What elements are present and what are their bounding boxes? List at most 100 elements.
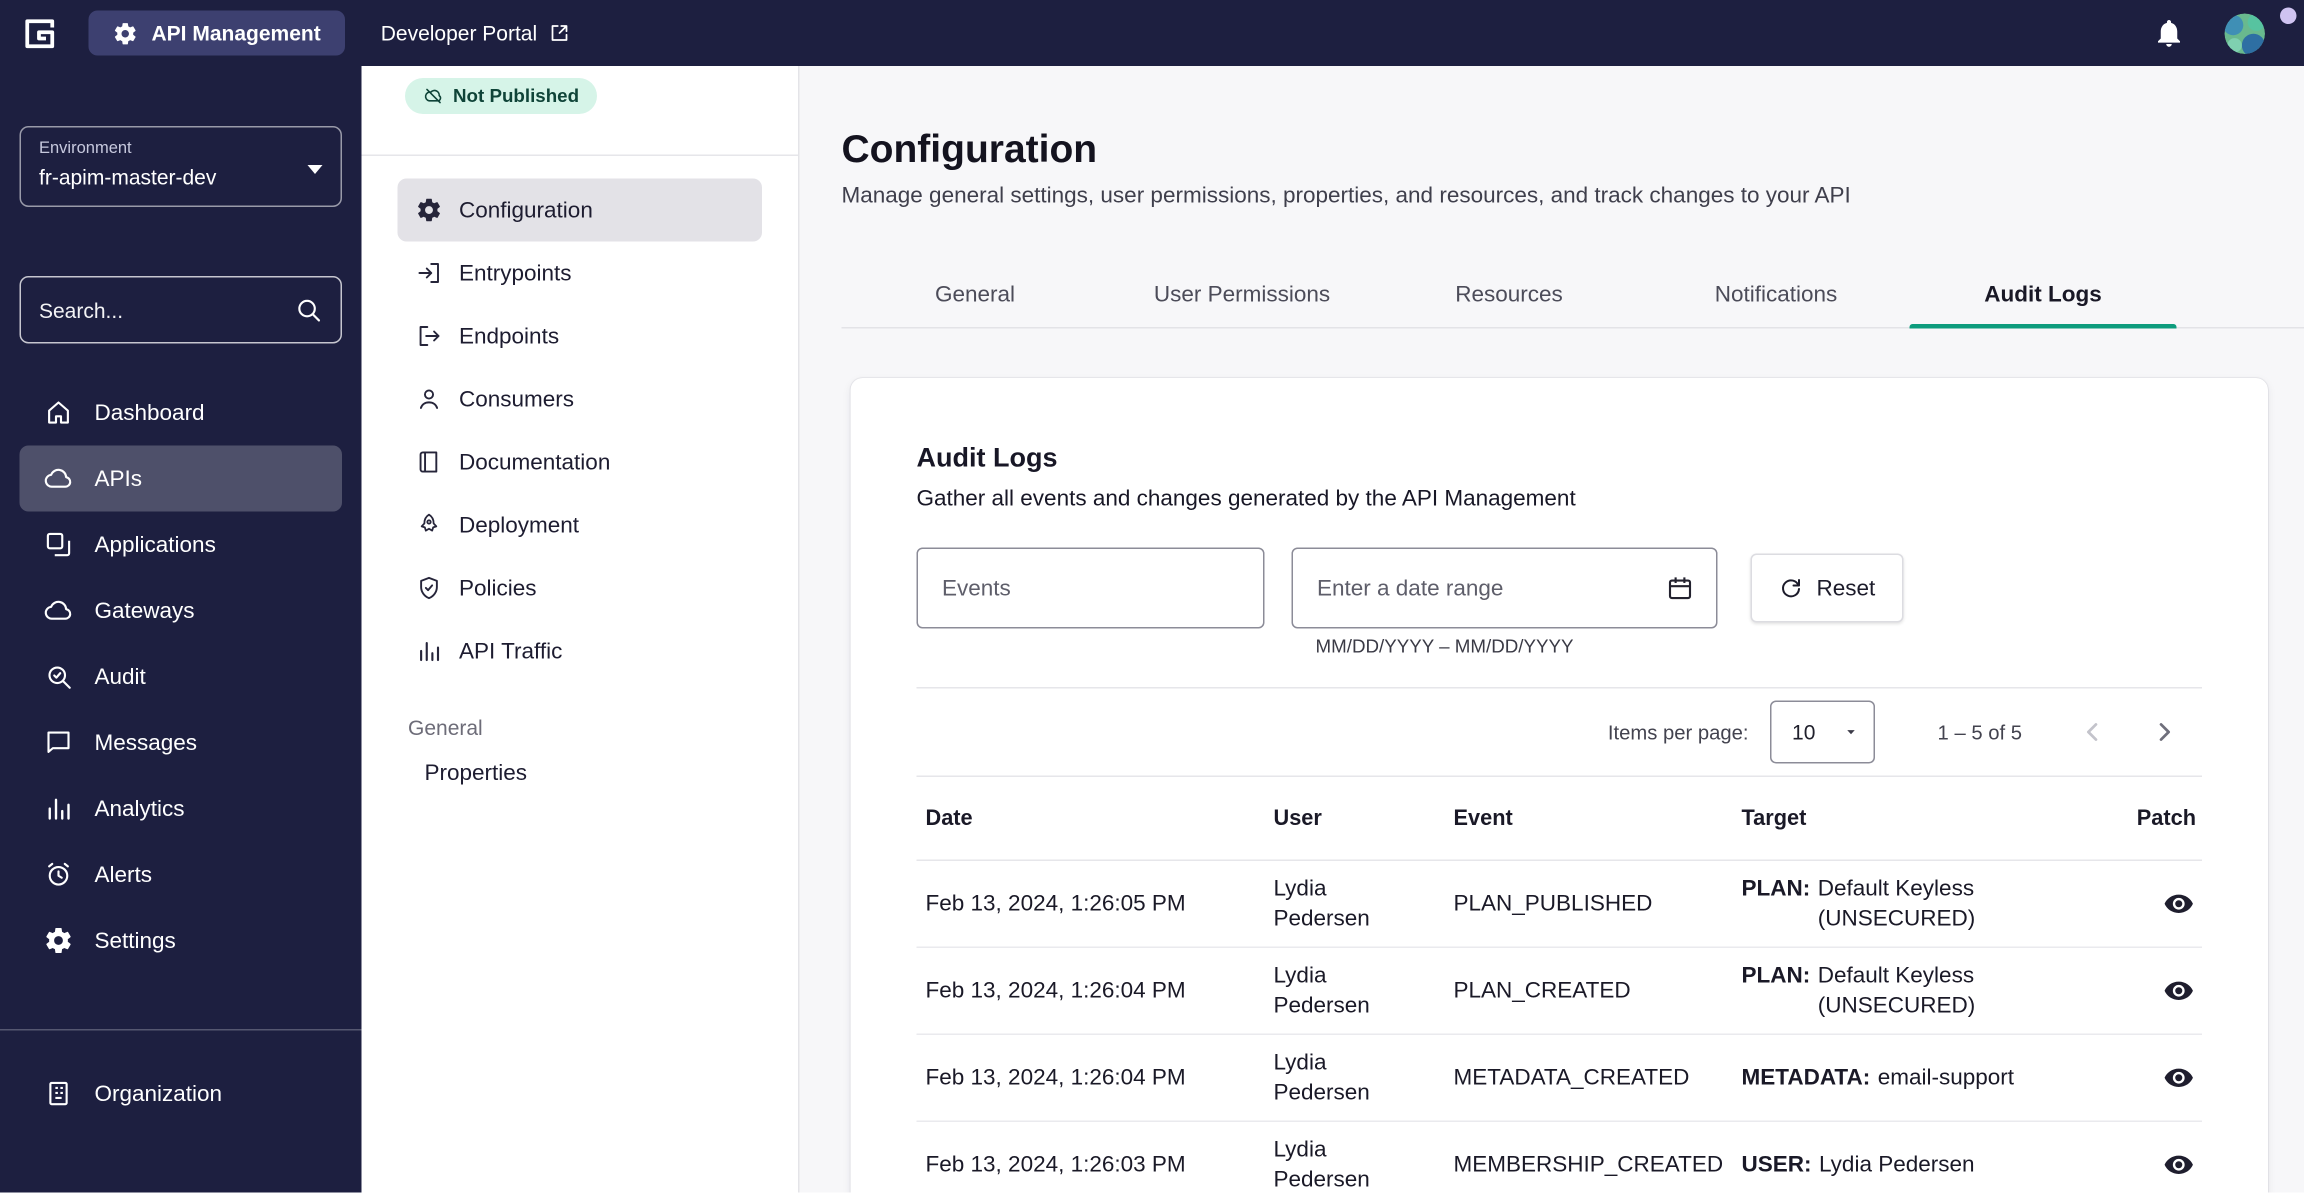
collapse-menu-button[interactable]: Collapse menu xyxy=(20,1178,343,1193)
target-type: METADATA: xyxy=(1742,1063,1871,1093)
target-value: Lydia Pedersen xyxy=(1819,1150,1975,1180)
column-header-date: Date xyxy=(917,806,1265,830)
book-icon xyxy=(416,449,443,476)
applications-icon xyxy=(44,530,74,560)
tab-audit-logs[interactable]: Audit Logs xyxy=(1910,261,2177,327)
chevron-down-icon xyxy=(1842,723,1860,741)
sidebar-divider xyxy=(0,1029,362,1031)
reset-button[interactable]: Reset xyxy=(1751,554,1904,623)
sidebar-item-gateways[interactable]: Gateways xyxy=(20,578,343,644)
date-range-input[interactable] xyxy=(1317,575,1653,601)
eye-icon xyxy=(2162,1149,2194,1181)
search-input[interactable] xyxy=(39,298,282,322)
tab-general[interactable]: General xyxy=(842,261,1109,327)
events-select[interactable]: Events xyxy=(917,548,1265,629)
tab-notifications[interactable]: Notifications xyxy=(1643,261,1910,327)
cloud-icon xyxy=(44,464,74,494)
topbar-right xyxy=(2153,13,2266,54)
gravitee-logo[interactable] xyxy=(21,14,59,52)
items-per-page-select[interactable]: 10 xyxy=(1770,701,1875,764)
view-patch-button[interactable] xyxy=(2160,886,2196,922)
api-menu-deployment[interactable]: Deployment xyxy=(398,494,763,557)
view-patch-button[interactable] xyxy=(2160,973,2196,1009)
table-row: Feb 13, 2024, 1:26:04 PM Lydia Pedersen … xyxy=(917,948,2203,1035)
tab-user-permissions[interactable]: User Permissions xyxy=(1109,261,1376,327)
sidebar-item-audit[interactable]: Audit xyxy=(20,644,343,710)
event-cell: MEMBERSHIP_CREATED xyxy=(1445,1152,1733,1178)
status-badge: Not Published xyxy=(405,78,597,114)
target-value: email-support xyxy=(1878,1063,2014,1093)
next-page-button[interactable] xyxy=(2145,713,2184,752)
developer-portal-link[interactable]: Developer Portal xyxy=(381,21,570,45)
api-menu-label: Endpoints xyxy=(459,323,559,349)
sidebar-item-label: Organization xyxy=(95,1081,223,1107)
sidebar-item-organization[interactable]: Organization xyxy=(20,1061,343,1127)
events-select-label: Events xyxy=(942,575,1011,601)
api-menu-label: Properties xyxy=(425,760,528,786)
api-menu-label: Entrypoints xyxy=(459,260,572,286)
date-range-wrap: MM/DD/YYYY – MM/DD/YYYY xyxy=(1292,548,1718,629)
api-menu-api-traffic[interactable]: API Traffic xyxy=(398,620,763,683)
sidebar-item-settings[interactable]: Settings xyxy=(20,908,343,974)
tab-bar: General User Permissions Resources Notif… xyxy=(842,261,2304,329)
column-header-event: Event xyxy=(1445,806,1733,830)
sidebar-item-apis[interactable]: APIs xyxy=(20,446,343,512)
sidebar-item-dashboard[interactable]: Dashboard xyxy=(20,380,343,446)
arrow-out-icon xyxy=(416,323,443,350)
view-patch-button[interactable] xyxy=(2160,1060,2196,1096)
sidebar-item-label: Audit xyxy=(95,664,146,690)
api-menu-policies[interactable]: Policies xyxy=(398,557,763,620)
column-header-target: Target xyxy=(1733,806,2113,830)
external-link-icon xyxy=(549,23,570,44)
api-menu-documentation[interactable]: Documentation xyxy=(398,431,763,494)
eye-icon xyxy=(2162,1062,2194,1094)
date-cell: Feb 13, 2024, 1:26:03 PM xyxy=(917,1152,1265,1178)
audit-icon xyxy=(44,662,74,692)
eye-icon xyxy=(2162,888,2194,920)
patch-cell xyxy=(2112,886,2202,922)
main-content: Configuration Manage general settings, u… xyxy=(800,66,2304,1193)
patch-cell xyxy=(2112,1147,2202,1183)
calendar-icon[interactable] xyxy=(1665,573,1695,603)
sidebar-item-label: APIs xyxy=(95,466,143,492)
sidebar-item-applications[interactable]: Applications xyxy=(20,512,343,578)
audit-logs-title: Audit Logs xyxy=(917,441,2203,476)
app-root: API Management Developer Portal xyxy=(0,0,2304,1193)
api-menu-consumers[interactable]: Consumers xyxy=(398,368,763,431)
bar-chart-icon xyxy=(416,638,443,665)
status-badge-label: Not Published xyxy=(453,86,579,107)
sidebar-item-label: Settings xyxy=(95,928,176,954)
notifications-button[interactable] xyxy=(2153,17,2186,50)
refresh-icon xyxy=(1779,576,1803,600)
sidebar-item-messages[interactable]: Messages xyxy=(20,710,343,776)
bar-chart-icon xyxy=(44,794,74,824)
alarm-icon xyxy=(44,860,74,890)
cloud-off-icon xyxy=(423,86,444,107)
tab-resources[interactable]: Resources xyxy=(1376,261,1643,327)
api-menu-configuration[interactable]: Configuration xyxy=(398,179,763,242)
api-menu-endpoints[interactable]: Endpoints xyxy=(398,305,763,368)
rocket-icon xyxy=(416,512,443,539)
date-format-hint: MM/DD/YYYY – MM/DD/YYYY xyxy=(1316,636,1574,657)
user-avatar[interactable] xyxy=(2225,13,2266,54)
page-title: Configuration xyxy=(842,126,2304,171)
home-icon xyxy=(44,398,74,428)
api-menu-label: Consumers xyxy=(459,386,574,412)
previous-page-button[interactable] xyxy=(2073,713,2112,752)
patch-cell xyxy=(2112,1060,2202,1096)
table-row: Feb 13, 2024, 1:26:03 PM Lydia Pedersen … xyxy=(917,1122,2203,1193)
sidebar-item-alerts[interactable]: Alerts xyxy=(20,842,343,908)
search-icon xyxy=(294,296,323,325)
environment-label: Environment xyxy=(39,140,323,158)
api-menu-properties[interactable]: Properties xyxy=(398,743,763,803)
api-menu-label: Configuration xyxy=(459,197,593,223)
gear-icon xyxy=(113,20,139,46)
environment-selector[interactable]: Environment fr-apim-master-dev xyxy=(20,126,343,207)
person-icon xyxy=(416,386,443,413)
sidebar-item-analytics[interactable]: Analytics xyxy=(20,776,343,842)
sidebar-item-label: Alerts xyxy=(95,862,153,888)
api-management-button[interactable]: API Management xyxy=(89,11,345,56)
view-patch-button[interactable] xyxy=(2160,1147,2196,1183)
target-value: Default Keyless (UNSECURED) xyxy=(1818,961,2058,1021)
api-menu-entrypoints[interactable]: Entrypoints xyxy=(398,242,763,305)
